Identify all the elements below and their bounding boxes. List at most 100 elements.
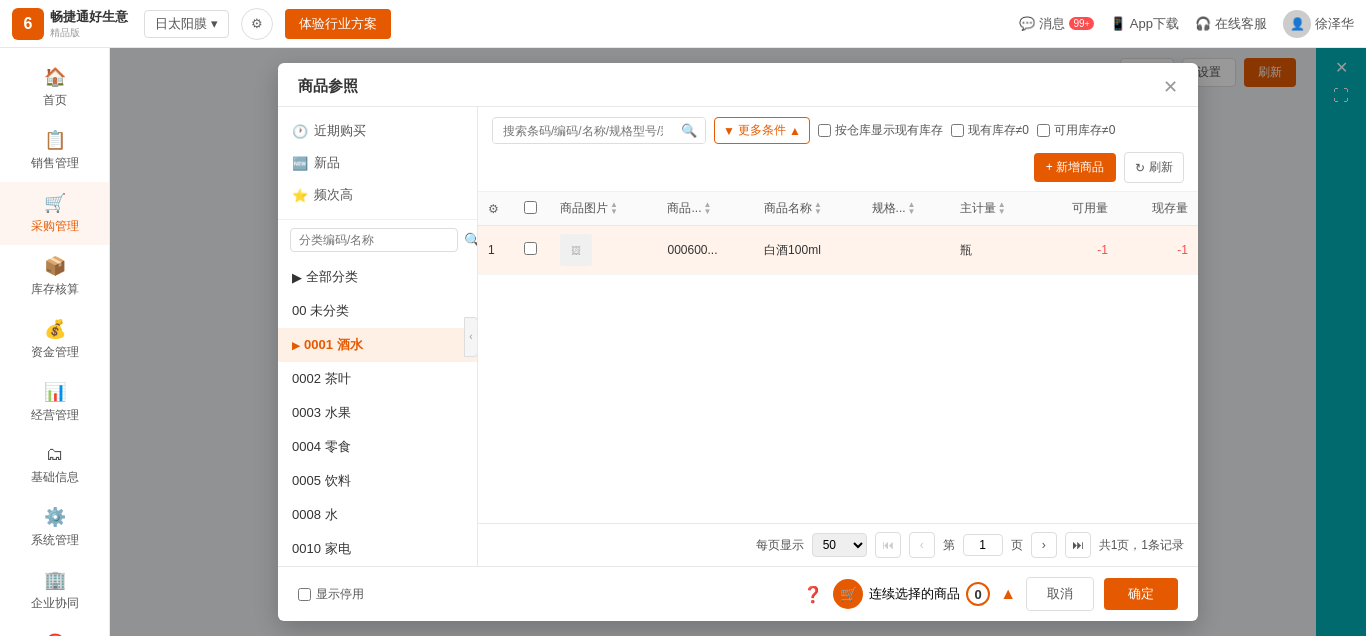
th-settings[interactable]: ⚙ [478, 192, 514, 226]
last-page-button[interactable]: ⏭ [1065, 532, 1091, 558]
category-0001[interactable]: ▶ 0001 酒水 [278, 328, 477, 362]
th-code[interactable]: 商品... ▲▼ [657, 192, 754, 226]
collapse-cart-icon[interactable]: ▲ [1000, 585, 1016, 603]
checkbox-stock-nonzero-filter[interactable]: 现有库存≠0 [951, 122, 1029, 139]
th-unit[interactable]: 主计量 ▲▼ [950, 192, 1041, 226]
available-nonzero-checkbox[interactable] [1037, 124, 1050, 137]
modal-close-button[interactable]: ✕ [1163, 78, 1178, 96]
sidebar-label-inventory: 库存核算 [31, 281, 79, 298]
refresh-icon: ↻ [1135, 161, 1145, 175]
table-row[interactable]: 1 🖼 [478, 226, 1198, 275]
sidebar-item-guide[interactable]: 🎯 新手引导 [0, 622, 109, 636]
toolbar-right: + 新增商品 ↻ 刷新 [1034, 152, 1184, 183]
warehouse-filter-checkbox[interactable] [818, 124, 831, 137]
user-avatar[interactable]: 👤 徐泽华 [1283, 10, 1354, 38]
category-0002[interactable]: 0002 茶叶 [278, 362, 477, 396]
sales-icon: 📋 [44, 129, 66, 151]
quick-link-new[interactable]: 🆕 新品 [278, 147, 477, 179]
dropdown-icon: ▾ [211, 16, 218, 31]
help-icon[interactable]: ❓ [803, 585, 823, 604]
store-selector[interactable]: 日太阳膜 ▾ [144, 10, 229, 38]
category-0008[interactable]: 0008 水 [278, 498, 477, 532]
stock-nonzero-checkbox[interactable] [951, 124, 964, 137]
category-00[interactable]: 00 未分类 [278, 294, 477, 328]
sidebar-item-finance[interactable]: 💰 资金管理 [0, 308, 109, 371]
sidebar-item-inventory[interactable]: 📦 库存核算 [0, 245, 109, 308]
app-download-nav-item[interactable]: 📱 App下载 [1110, 15, 1179, 33]
settings-button[interactable]: ⚙ [241, 8, 273, 40]
name-sort-arrows: ▲▼ [814, 202, 822, 215]
sidebar-item-purchase[interactable]: 🛒 采购管理 [0, 182, 109, 245]
sidebar-label-basic: 基础信息 [31, 469, 79, 486]
more-filter-button[interactable]: ▼ 更多条件 ▲ [714, 117, 810, 144]
th-name[interactable]: 商品名称 ▲▼ [754, 192, 861, 226]
checkbox-warehouse-filter[interactable]: 按仓库显示现有库存 [818, 122, 943, 139]
category-search-icon[interactable]: 🔍 [464, 232, 478, 248]
first-page-button[interactable]: ⏮ [875, 532, 901, 558]
cart-count: 0 [966, 582, 990, 606]
sidebar-item-basic[interactable]: 🗂 基础信息 [0, 434, 109, 496]
next-page-button[interactable]: › [1031, 532, 1057, 558]
available-value: -1 [1097, 243, 1108, 257]
product-search-input[interactable] [493, 119, 673, 143]
product-table: ⚙ 商品图片 ▲▼ [478, 192, 1198, 275]
guide-icon: 🎯 [44, 632, 66, 636]
product-search-icon[interactable]: 🔍 [673, 118, 705, 143]
th-image[interactable]: 商品图片 ▲▼ [550, 192, 657, 226]
sidebar-item-business[interactable]: 📊 经营管理 [0, 371, 109, 434]
purchase-icon: 🛒 [44, 192, 66, 214]
experience-button[interactable]: 体验行业方案 [285, 9, 391, 39]
prev-page-button[interactable]: ‹ [909, 532, 935, 558]
category-0003[interactable]: 0003 水果 [278, 396, 477, 430]
sidebar-item-sales[interactable]: 📋 销售管理 [0, 119, 109, 182]
filter-collapse-icon: ▲ [789, 124, 801, 138]
sidebar-item-home[interactable]: 🏠 首页 [0, 56, 109, 119]
row-checkbox-cell[interactable] [514, 226, 550, 275]
page-size-select[interactable]: 50 10 20 100 [812, 533, 867, 557]
row-image-cell: 🖼 [550, 226, 657, 275]
row-select-checkbox[interactable] [524, 242, 537, 255]
inventory-icon: 📦 [44, 255, 66, 277]
disabled-checkbox[interactable] [298, 588, 311, 601]
sidebar-item-enterprise[interactable]: 🏢 企业协同 [0, 559, 109, 622]
quick-link-recent[interactable]: 🕐 近期购买 [278, 115, 477, 147]
online-service-nav-item[interactable]: 🎧 在线客服 [1195, 15, 1267, 33]
cancel-button[interactable]: 取消 [1026, 577, 1094, 611]
collapse-panel-button[interactable]: ‹ [464, 317, 478, 357]
category-list: ▶ 全部分类 00 未分类 ▶ 0001 酒水 0002 茶 [278, 260, 477, 566]
store-name: 日太阳膜 [155, 15, 207, 33]
show-disabled-checkbox[interactable]: 显示停用 [298, 586, 364, 603]
brand-sub: 精品版 [50, 26, 128, 40]
select-all-checkbox[interactable] [524, 201, 537, 214]
page-number-input[interactable] [963, 534, 1003, 556]
confirm-button[interactable]: 确定 [1104, 578, 1178, 610]
stock-nonzero-label: 现有库存≠0 [968, 122, 1029, 139]
show-disabled-label: 显示停用 [316, 586, 364, 603]
category-0005[interactable]: 0005 饮料 [278, 464, 477, 498]
messages-nav-item[interactable]: 💬 消息 99+ [1019, 15, 1093, 33]
quick-link-frequent[interactable]: ⭐ 频次高 [278, 179, 477, 211]
page-text: 第 [943, 537, 955, 554]
cart-icon[interactable]: 🛒 [833, 579, 863, 609]
enterprise-icon: 🏢 [44, 569, 66, 591]
category-all[interactable]: ▶ 全部分类 [278, 260, 477, 294]
add-product-button[interactable]: + 新增商品 [1034, 153, 1116, 182]
row-name-cell: 白酒100ml [754, 226, 861, 275]
sidebar-label-enterprise: 企业协同 [31, 595, 79, 612]
th-spec[interactable]: 规格... ▲▼ [862, 192, 950, 226]
modal-body: 🕐 近期购买 🆕 新品 ⭐ 频次高 [278, 107, 1198, 566]
left-panel: 🕐 近期购买 🆕 新品 ⭐ 频次高 [278, 107, 478, 566]
messages-badge: 99+ [1069, 17, 1093, 30]
cart-label: 连续选择的商品 [869, 585, 960, 603]
category-search-input[interactable] [290, 228, 458, 252]
row-num: 1 [478, 226, 514, 275]
refresh-button[interactable]: ↻ 刷新 [1124, 152, 1184, 183]
category-arrow-all: ▶ [292, 270, 302, 285]
sidebar-item-system[interactable]: ⚙️ 系统管理 [0, 496, 109, 559]
category-0004[interactable]: 0004 零食 [278, 430, 477, 464]
category-label-00: 00 未分类 [292, 302, 349, 320]
username-label: 徐泽华 [1315, 15, 1354, 33]
category-0010[interactable]: 0010 家电 [278, 532, 477, 566]
th-name-label: 商品名称 [764, 200, 812, 217]
checkbox-available-nonzero-filter[interactable]: 可用库存≠0 [1037, 122, 1115, 139]
